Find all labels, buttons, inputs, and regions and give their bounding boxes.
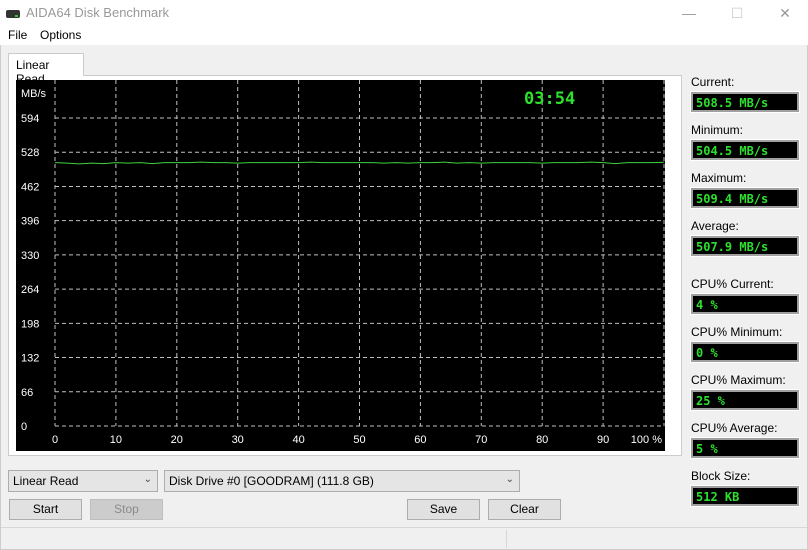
- y-tick-label: 396: [21, 216, 39, 228]
- tab-linear-read[interactable]: Linear Read: [8, 53, 84, 86]
- stat-value: 504.5 MB/s: [690, 139, 800, 161]
- y-tick-label: 330: [21, 250, 39, 262]
- chart-svg: 0 66 132 198 264 330 396 462 528 594 MB/s 0 10 20 30 40…: [21, 80, 665, 446]
- stat-label: Average:: [691, 219, 739, 233]
- stat-value: 5 %: [690, 437, 800, 459]
- x-tick-label: 50: [353, 434, 365, 446]
- stat-label: Current:: [691, 75, 735, 89]
- stat-label: Maximum:: [691, 171, 747, 185]
- maximize-button[interactable]: ☐: [714, 0, 760, 26]
- stat-label: CPU% Maximum:: [691, 373, 786, 387]
- drive-select[interactable]: Disk Drive #0 [GOODRAM] (111.8 GB) ⌄: [164, 470, 520, 492]
- test-type-select[interactable]: Linear Read ⌄: [8, 470, 158, 492]
- x-tick-label: 70: [475, 434, 487, 446]
- stat-label: CPU% Current:: [691, 277, 774, 291]
- benchmark-chart: 0 66 132 198 264 330 396 462 528 594 MB/s 0 10 20 30 40…: [16, 80, 665, 451]
- stat-value: 25 %: [690, 389, 800, 411]
- stat-label: CPU% Minimum:: [691, 325, 783, 339]
- x-tick-label: 80: [536, 434, 548, 446]
- menu-bar: File Options: [0, 26, 808, 45]
- y-tick-label: 0: [21, 421, 27, 433]
- stat-value: 507.9 MB/s: [690, 235, 800, 257]
- y-tick-label: 132: [21, 353, 39, 365]
- clear-button[interactable]: Clear: [488, 499, 561, 520]
- stat-value: 512 KB: [690, 485, 800, 507]
- x-tick-label: 60: [414, 434, 426, 446]
- x-tick-label: 20: [171, 434, 183, 446]
- y-tick-label: 198: [21, 318, 39, 330]
- close-button[interactable]: ✕: [762, 0, 808, 26]
- x-tick-label: 0: [52, 434, 58, 446]
- series-line-linear-read: [54, 161, 665, 165]
- chevron-down-icon: ⌄: [143, 474, 152, 485]
- stop-button[interactable]: Stop: [90, 499, 163, 520]
- stat-label: Minimum:: [691, 123, 744, 137]
- y-tick-label: 264: [21, 284, 39, 296]
- status-divider: [506, 530, 507, 548]
- stat-value: 509.4 MB/s: [690, 187, 800, 209]
- chevron-down-icon: ⌄: [505, 474, 514, 485]
- window-title: AIDA64 Disk Benchmark: [26, 5, 170, 20]
- drive-value: Disk Drive #0 [GOODRAM] (111.8 GB): [169, 474, 374, 488]
- y-tick-label: 528: [21, 147, 39, 159]
- menu-options[interactable]: Options: [40, 28, 81, 42]
- disk-drive-icon: [6, 10, 20, 18]
- x-tick-label: 10: [110, 434, 122, 446]
- stat-value: 4 %: [690, 293, 800, 315]
- title-bar: AIDA64 Disk Benchmark — ☐ ✕: [0, 0, 808, 26]
- status-bar: [1, 527, 807, 549]
- y-tick-label: 66: [21, 387, 33, 399]
- y-tick-label: 462: [21, 181, 39, 193]
- stat-label: Block Size:: [691, 469, 751, 483]
- y-tick-label: 594: [21, 113, 39, 125]
- x-tick-label: 30: [232, 434, 244, 446]
- stat-value: 508.5 MB/s: [690, 91, 800, 113]
- elapsed-timer: 03:54: [524, 89, 575, 109]
- test-type-value: Linear Read: [13, 474, 79, 488]
- stat-label: CPU% Average:: [691, 421, 778, 435]
- save-button[interactable]: Save: [407, 499, 480, 520]
- minimize-button[interactable]: —: [666, 0, 712, 26]
- y-axis-label: MB/s: [21, 88, 47, 100]
- stat-value: 0 %: [690, 341, 800, 363]
- x-tick-label: 90: [597, 434, 609, 446]
- x-tick-label: 40: [292, 434, 304, 446]
- x-tick-label: 100 %: [631, 434, 662, 446]
- start-button[interactable]: Start: [9, 499, 82, 520]
- menu-file[interactable]: File: [8, 28, 27, 42]
